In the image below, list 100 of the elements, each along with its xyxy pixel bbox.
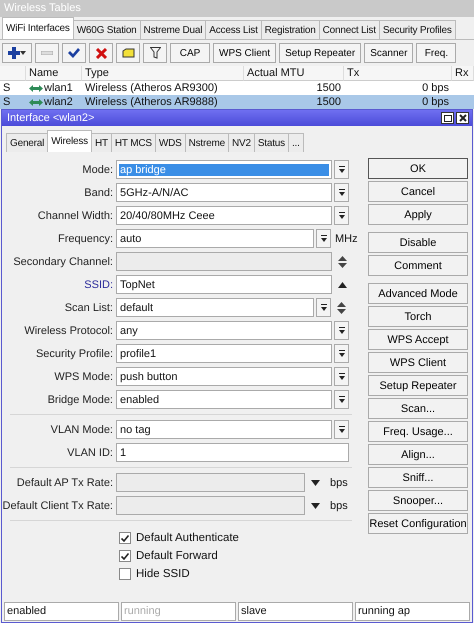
dropdown-arrow-icon bbox=[338, 212, 346, 220]
field-label: Scan List: bbox=[64, 302, 114, 314]
dropdown-button[interactable] bbox=[334, 183, 349, 202]
dialog-button[interactable]: WPS Client bbox=[368, 352, 468, 373]
checkbox-box[interactable] bbox=[119, 568, 131, 580]
input-field[interactable]: enabled bbox=[116, 390, 332, 409]
caret-icon bbox=[20, 51, 26, 55]
dropdown-arrow-icon bbox=[320, 304, 328, 312]
spin-arrows-icon[interactable] bbox=[337, 302, 346, 314]
toolbar-button[interactable]: Freq. bbox=[416, 43, 456, 63]
tab[interactable]: General bbox=[6, 133, 48, 152]
dialog-button[interactable]: OK bbox=[368, 158, 468, 179]
table-cell: 0 bps bbox=[344, 95, 452, 109]
spin-arrows-icon[interactable] bbox=[338, 256, 347, 268]
unit-label: bps bbox=[330, 500, 348, 512]
tab[interactable]: Status bbox=[254, 133, 289, 152]
checkbox[interactable]: Default Authenticate bbox=[119, 530, 360, 546]
dialog-button[interactable]: WPS Accept bbox=[368, 329, 468, 350]
down-triangle-icon[interactable] bbox=[311, 502, 320, 508]
input-field[interactable]: no tag bbox=[116, 420, 332, 439]
input-field[interactable]: 1 bbox=[116, 443, 349, 462]
field-label: VLAN Mode: bbox=[50, 424, 114, 436]
dialog-button[interactable]: Freq. Usage... bbox=[368, 421, 468, 442]
dialog-button[interactable]: Torch bbox=[368, 306, 468, 327]
dialog-button[interactable]: Disable bbox=[368, 232, 468, 253]
dialog-button[interactable]: Setup Repeater bbox=[368, 375, 468, 396]
input-field[interactable]: 5GHz-A/N/AC bbox=[116, 183, 332, 202]
column-header[interactable]: Name bbox=[26, 66, 82, 81]
table-cell: Wireless (Atheros AR9888) bbox=[82, 95, 244, 109]
dropdown-button[interactable] bbox=[334, 344, 349, 363]
dialog-button[interactable]: Advanced Mode bbox=[368, 283, 468, 304]
toolbar-button[interactable] bbox=[116, 43, 140, 63]
down-triangle-icon[interactable] bbox=[311, 480, 320, 486]
checkbox-box[interactable] bbox=[119, 532, 131, 544]
column-header[interactable]: Actual MTU bbox=[244, 66, 344, 81]
tab[interactable]: Wireless bbox=[47, 130, 92, 152]
toolbar-button[interactable]: CAP bbox=[170, 43, 210, 63]
tab[interactable]: HT bbox=[90, 133, 112, 152]
field-label: Channel Width: bbox=[36, 210, 114, 222]
tab[interactable]: NV2 bbox=[228, 133, 255, 152]
table-cell: S bbox=[0, 95, 26, 109]
column-header[interactable]: Type bbox=[82, 66, 244, 81]
status-cell: slave bbox=[238, 602, 353, 621]
toolbar-button[interactable] bbox=[62, 43, 86, 63]
toolbar-button[interactable] bbox=[143, 43, 167, 63]
tab[interactable]: Connect List bbox=[318, 20, 380, 39]
dialog-button[interactable]: Snooper... bbox=[368, 490, 468, 511]
toolbar-button[interactable]: Setup Repeater bbox=[279, 43, 362, 63]
input-field[interactable]: push button bbox=[116, 367, 332, 386]
field-label: Bridge Mode: bbox=[46, 394, 114, 406]
unit-label: bps bbox=[330, 476, 348, 488]
up-triangle-icon[interactable] bbox=[338, 282, 347, 288]
checkbox-box[interactable] bbox=[119, 550, 131, 562]
field-label: Security Profile: bbox=[34, 348, 114, 360]
checkbox[interactable]: Hide SSID bbox=[119, 566, 360, 582]
dialog-button[interactable]: Apply bbox=[368, 204, 468, 225]
dialog-button[interactable]: Reset Configuration bbox=[368, 513, 468, 534]
tab[interactable]: WiFi Interfaces bbox=[2, 17, 74, 39]
toolbar-button[interactable]: Scanner bbox=[364, 43, 414, 63]
tab[interactable]: Access List bbox=[205, 20, 262, 39]
tab[interactable]: Security Profiles bbox=[378, 20, 456, 39]
dropdown-button[interactable] bbox=[316, 229, 331, 248]
tab[interactable]: Nstreme Dual bbox=[140, 20, 206, 39]
dropdown-button[interactable] bbox=[334, 390, 349, 409]
dialog-button[interactable]: Cancel bbox=[368, 181, 468, 202]
minus-icon bbox=[41, 51, 53, 55]
field-label: Default Client Tx Rate: bbox=[2, 500, 114, 512]
dropdown-button[interactable] bbox=[334, 321, 349, 340]
tab[interactable]: WDS bbox=[154, 133, 186, 152]
column-header[interactable]: Tx bbox=[344, 66, 452, 81]
dialog-button[interactable]: Comment bbox=[368, 255, 468, 276]
dropdown-button[interactable] bbox=[334, 206, 349, 225]
field-label: Default AP Tx Rate: bbox=[16, 476, 114, 488]
dialog-button[interactable]: Align... bbox=[368, 444, 468, 465]
input-field[interactable]: any bbox=[116, 321, 332, 340]
toolbar-button[interactable]: WPS Client bbox=[213, 43, 276, 63]
tab[interactable]: HT MCS bbox=[110, 133, 156, 152]
dialog-button[interactable]: Scan... bbox=[368, 398, 468, 419]
column-header[interactable]: Rx bbox=[452, 66, 474, 81]
toolbar-button[interactable] bbox=[2, 43, 32, 63]
tab[interactable]: Registration bbox=[260, 20, 320, 39]
input-field[interactable]: TopNet bbox=[116, 275, 332, 294]
tab[interactable]: W60G Station bbox=[72, 20, 141, 39]
input-field[interactable]: default bbox=[116, 298, 314, 317]
close-button[interactable] bbox=[456, 112, 469, 124]
dropdown-button[interactable] bbox=[334, 160, 349, 179]
dropdown-button[interactable] bbox=[334, 367, 349, 386]
checkbox[interactable]: Default Forward bbox=[119, 548, 360, 564]
dropdown-button[interactable] bbox=[316, 298, 331, 317]
input-field[interactable]: 20/40/80MHz Ceee bbox=[116, 206, 332, 225]
tab[interactable]: Nstreme bbox=[184, 133, 229, 152]
maximize-icon bbox=[444, 114, 452, 122]
input-field[interactable]: profile1 bbox=[116, 344, 332, 363]
tab[interactable]: ... bbox=[288, 133, 304, 152]
dropdown-button[interactable] bbox=[334, 420, 349, 439]
input-field[interactable]: auto bbox=[116, 229, 314, 248]
maximize-button[interactable] bbox=[441, 112, 454, 124]
dialog-button[interactable]: Sniff... bbox=[368, 467, 468, 488]
dropdown-arrow-icon bbox=[338, 426, 346, 434]
toolbar-button[interactable] bbox=[89, 43, 113, 63]
